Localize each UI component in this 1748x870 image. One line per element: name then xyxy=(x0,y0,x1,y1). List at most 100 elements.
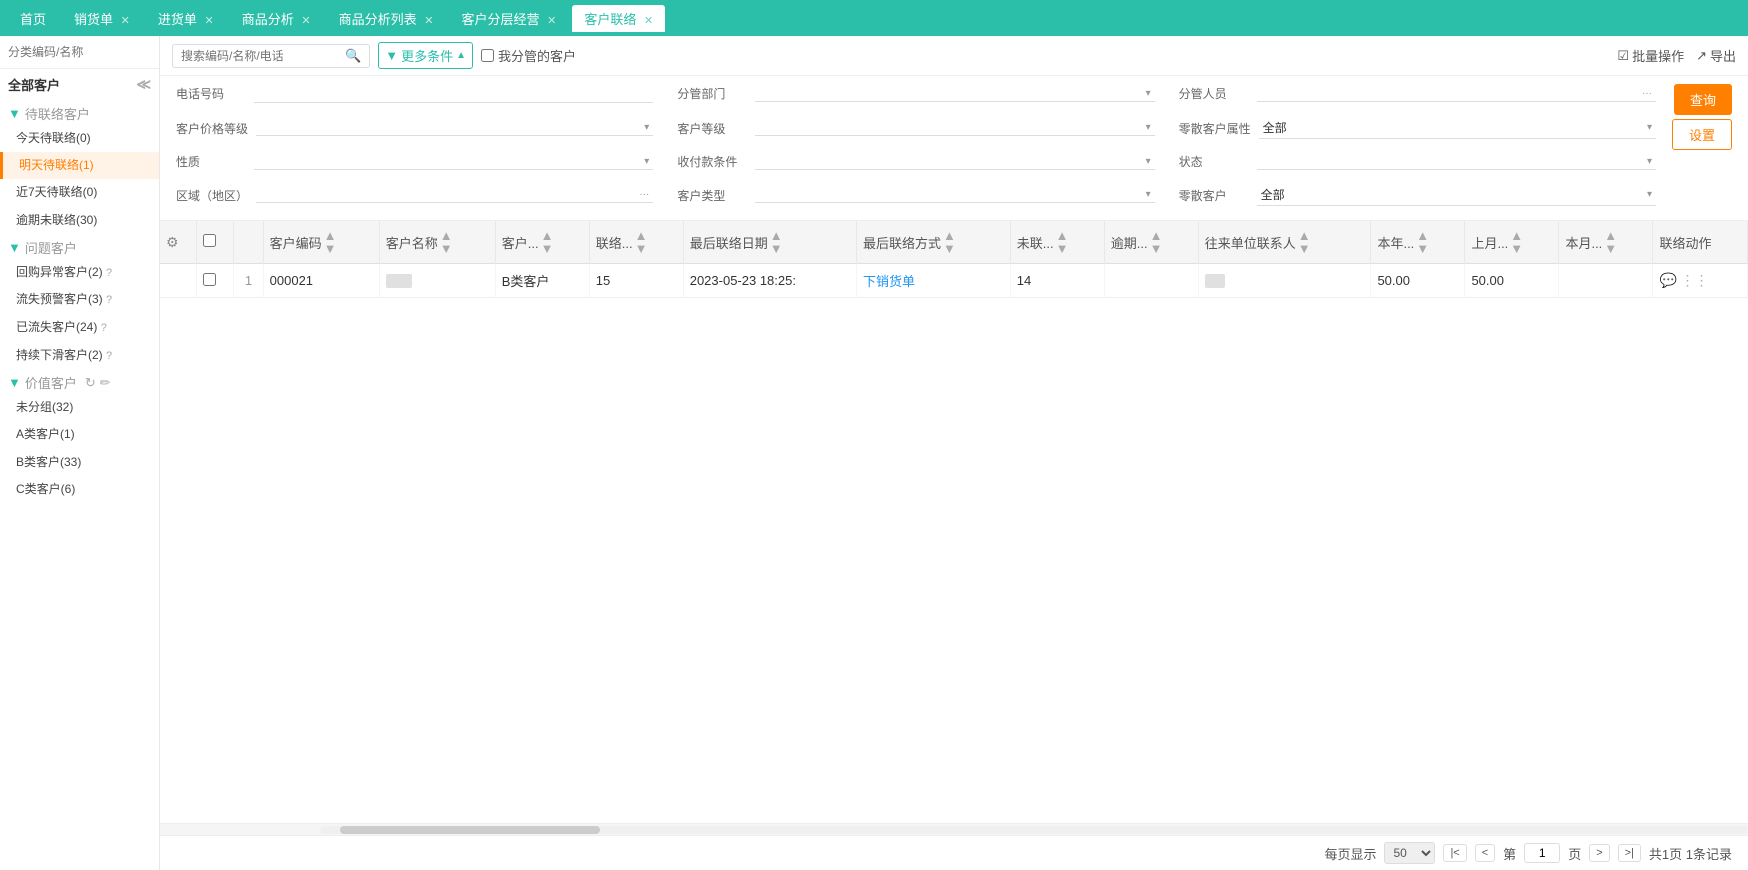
filter-price-tier-select[interactable]: ▾ xyxy=(256,120,653,136)
sidebar-item-class-b[interactable]: B类客户(33) xyxy=(0,449,159,476)
th-contacts[interactable]: 联络...▲▼ xyxy=(589,221,683,264)
sidebar-item-tomorrow-pending[interactable]: 明天待联络(1) xyxy=(0,152,159,179)
th-this-month[interactable]: 本月...▲▼ xyxy=(1559,221,1653,264)
chevron-down-icon: ▾ xyxy=(1647,156,1652,167)
last-contact-link[interactable]: 下销货单 xyxy=(863,274,915,289)
filter-price-tier: 客户价格等级 ▾ xyxy=(176,120,653,137)
filter-status: 状态 ▾ xyxy=(1179,153,1656,170)
sort-icon: ▲▼ xyxy=(635,229,648,255)
td-action: 💬 ⋮⋮ xyxy=(1653,264,1748,298)
close-icon[interactable]: ✕ xyxy=(424,15,433,27)
select-all-checkbox[interactable] xyxy=(203,234,216,247)
filter-region-select[interactable]: ··· xyxy=(256,187,653,203)
chevron-down-icon: ▾ xyxy=(1146,189,1151,200)
td-checkbox[interactable] xyxy=(196,264,234,298)
th-type[interactable]: 客户...▲▼ xyxy=(495,221,589,264)
prev-page-button[interactable]: < xyxy=(1475,844,1495,862)
last-page-button[interactable]: >| xyxy=(1618,844,1641,862)
edit-icon[interactable]: ✏ xyxy=(100,375,111,391)
filter-payment-select[interactable]: ▾ xyxy=(755,154,1154,170)
th-checkbox[interactable] xyxy=(196,221,234,264)
sidebar-item-overdue-pending[interactable]: 逾期未联络(30) xyxy=(0,207,159,234)
close-icon[interactable]: ✕ xyxy=(644,15,653,27)
refresh-icon[interactable]: ↻ xyxy=(85,375,96,391)
sidebar-search-input[interactable] xyxy=(8,45,160,59)
sidebar-item-ungrouped[interactable]: 未分组(32) xyxy=(0,394,159,421)
th-this-year[interactable]: 本年...▲▼ xyxy=(1371,221,1465,264)
next-page-button[interactable]: > xyxy=(1589,844,1609,862)
filter-row-3: 性质 ▾ 收付款条件 ▾ xyxy=(176,153,1656,170)
filter-retail-attr-select[interactable]: 全部 ▾ xyxy=(1259,117,1656,139)
td-overdue xyxy=(1104,264,1198,298)
gear-icon[interactable]: ⚙ xyxy=(166,234,179,250)
page-number-input[interactable] xyxy=(1524,843,1560,863)
th-last-contact-date[interactable]: 最后联络日期▲▼ xyxy=(683,221,856,264)
all-customers-label: 全部客户 xyxy=(8,75,60,94)
filter-status-select[interactable]: ▾ xyxy=(1257,154,1656,170)
export-button[interactable]: ↗ 导出 xyxy=(1696,46,1736,65)
nav-item-product-analysis[interactable]: 商品分析 ✕ xyxy=(230,5,323,32)
more-action-icon[interactable]: ⋮⋮ xyxy=(1681,272,1709,288)
query-button[interactable]: 查询 xyxy=(1674,84,1732,115)
per-page-select[interactable]: 50 20 100 xyxy=(1384,842,1435,864)
chevron-down-icon: ▾ xyxy=(1647,189,1652,200)
horizontal-scrollbar-thumb[interactable] xyxy=(340,826,600,834)
close-icon[interactable]: ✕ xyxy=(121,15,130,27)
sidebar-item-class-c[interactable]: C类客户(6) xyxy=(0,476,159,503)
filter-customer-tier-select[interactable]: ▾ xyxy=(755,120,1154,136)
nav-item-customer-contact[interactable]: 客户联络 ✕ xyxy=(572,5,665,32)
td-uncontacted: 14 xyxy=(1010,264,1104,298)
th-overdue[interactable]: 逾期...▲▼ xyxy=(1104,221,1198,264)
collapse-icon[interactable]: ≪ xyxy=(136,76,151,93)
more-icon[interactable]: ··· xyxy=(1642,88,1652,99)
more-filter-button[interactable]: ▼ 更多条件 ▲ xyxy=(378,42,473,69)
contact-action-icon[interactable]: 💬 xyxy=(1659,272,1676,288)
th-last-contact-method[interactable]: 最后联络方式▲▼ xyxy=(856,221,1010,264)
filter-manager: 分管人员 ··· xyxy=(1179,85,1656,102)
sidebar-item-class-a[interactable]: A类客户(1) xyxy=(0,421,159,448)
close-icon[interactable]: ✕ xyxy=(547,15,556,27)
sidebar-item-declining[interactable]: 持续下滑客户(2) ? xyxy=(0,342,159,370)
nav-item-customer-tier[interactable]: 客户分层经营 ✕ xyxy=(449,5,568,32)
more-icon[interactable]: ··· xyxy=(639,189,649,200)
filter-manager-select[interactable]: ··· xyxy=(1257,86,1656,102)
sort-icon: ▲▼ xyxy=(943,229,956,255)
nav-item-sales[interactable]: 销货单 ✕ xyxy=(62,5,142,32)
filter-dept-select[interactable]: ▾ xyxy=(755,86,1154,102)
td-last-contact-method: 下销货单 xyxy=(856,264,1010,298)
search-input[interactable] xyxy=(181,49,341,63)
filter-customer-type-select[interactable]: ▾ xyxy=(755,187,1154,203)
sidebar-item-7days-pending[interactable]: 近7天待联络(0) xyxy=(0,179,159,206)
th-gear[interactable]: ⚙ xyxy=(160,221,196,264)
nav-item-purchase[interactable]: 进货单 ✕ xyxy=(146,5,226,32)
sidebar-all-customers[interactable]: 全部客户 ≪ xyxy=(0,69,159,100)
sidebar-item-churned[interactable]: 已流失客户(24) ? xyxy=(0,314,159,342)
sidebar-item-today-pending[interactable]: 今天待联络(0) xyxy=(0,125,159,152)
sidebar-item-repurchase-anomaly[interactable]: 回购异常客户(2) ? xyxy=(0,259,159,287)
table-container: ⚙ 客户编码▲▼ 客户名称▲▼ 客户...▲▼ 联络...▲▼ 最后联络日期▲▼… xyxy=(160,221,1748,823)
nav-item-product-analysis-list[interactable]: 商品分析列表 ✕ xyxy=(327,5,446,32)
search-icon[interactable]: 🔍 xyxy=(345,48,361,64)
th-uncontacted[interactable]: 未联...▲▼ xyxy=(1010,221,1104,264)
th-last-month[interactable]: 上月...▲▼ xyxy=(1465,221,1559,264)
th-name[interactable]: 客户名称▲▼ xyxy=(379,221,495,264)
td-last-contact-date: 2023-05-23 18:25: xyxy=(683,264,856,298)
set-button[interactable]: 设置 xyxy=(1672,119,1732,150)
filter-nature-select[interactable]: ▾ xyxy=(254,154,653,170)
my-customers-checkbox[interactable] xyxy=(481,49,494,62)
sort-icon: ▲▼ xyxy=(541,229,554,255)
filter-phone-input[interactable] xyxy=(254,84,653,103)
nav-item-home[interactable]: 首页 xyxy=(8,5,58,32)
row-checkbox[interactable] xyxy=(203,273,216,286)
close-icon[interactable]: ✕ xyxy=(301,15,310,27)
close-icon[interactable]: ✕ xyxy=(205,15,214,27)
first-page-button[interactable]: |< xyxy=(1443,844,1466,862)
batch-op-button[interactable]: ☑ 批量操作 xyxy=(1617,46,1684,65)
sort-icon: ▲▼ xyxy=(1150,229,1163,255)
my-customers-checkbox-label[interactable]: 我分管的客户 xyxy=(481,46,576,65)
sidebar-item-churn-warning[interactable]: 流失预警客户(3) ? xyxy=(0,286,159,314)
th-code[interactable]: 客户编码▲▼ xyxy=(263,221,379,264)
th-contact-person[interactable]: 往来单位联系人▲▼ xyxy=(1198,221,1371,264)
filter-retail-customer-select[interactable]: 全部 ▾ xyxy=(1257,184,1656,206)
sort-icon: ▲▼ xyxy=(440,229,453,255)
